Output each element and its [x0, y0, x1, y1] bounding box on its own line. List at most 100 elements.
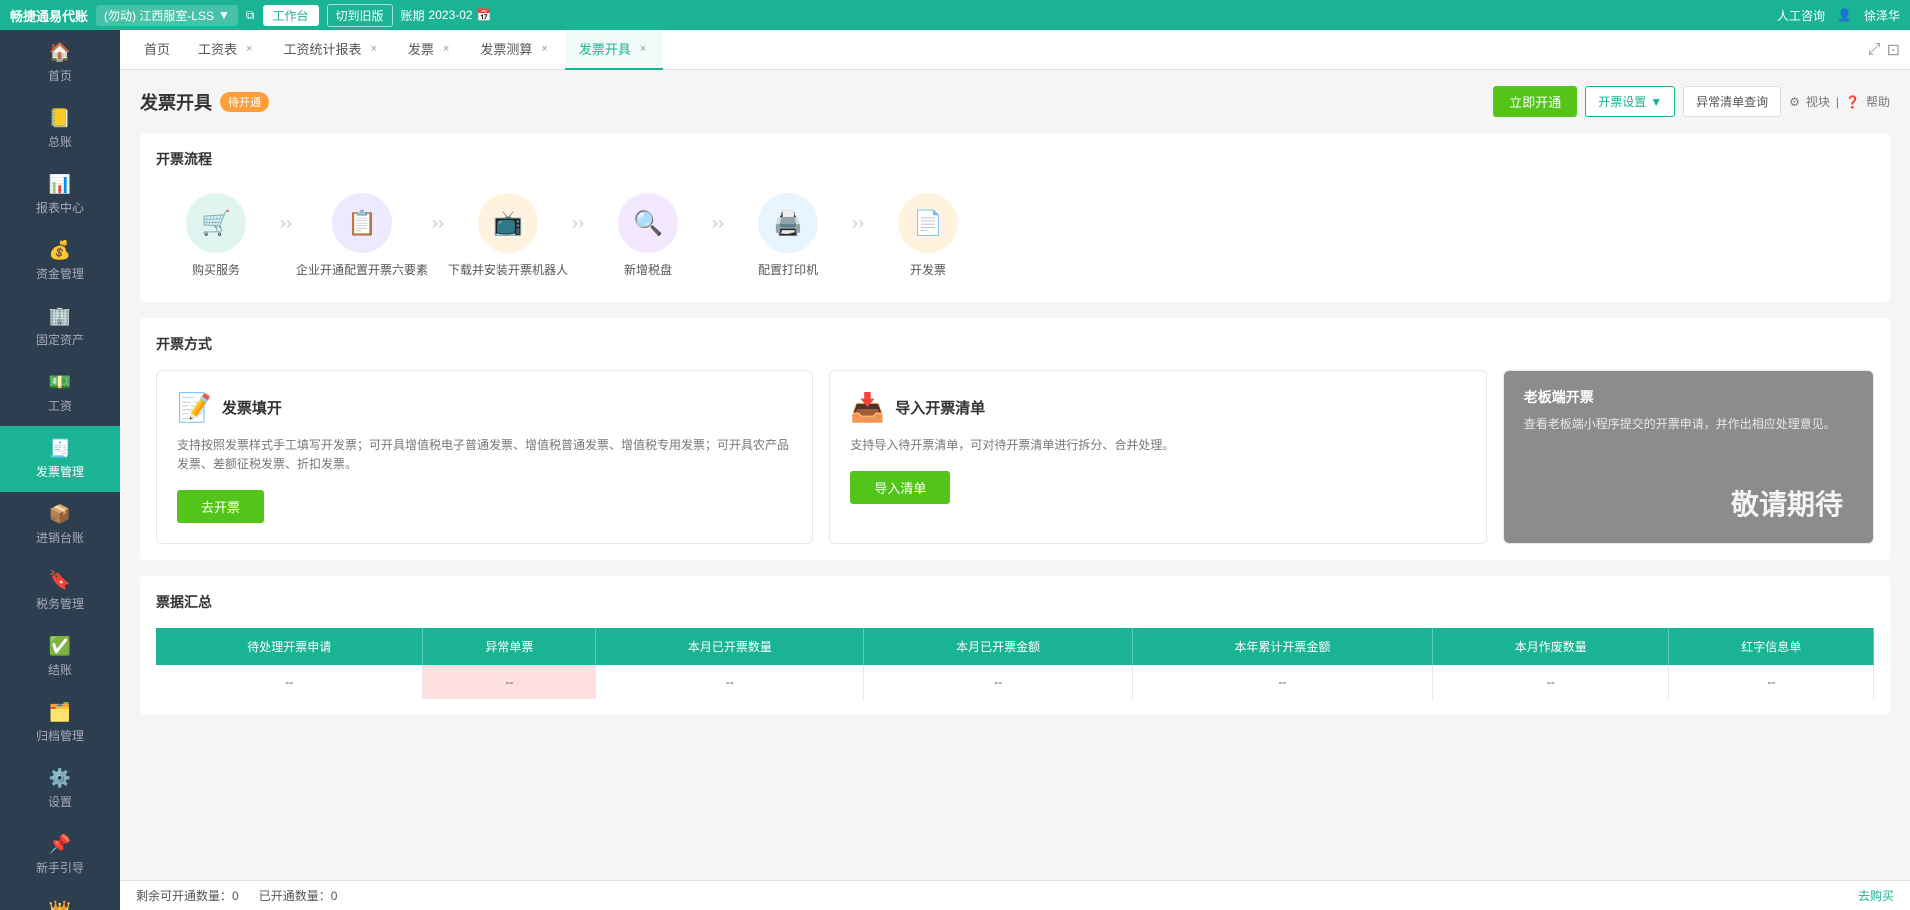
go-invoice-button[interactable]: 去开票	[177, 490, 264, 523]
arrow-5: ››	[848, 213, 868, 234]
sidebar-item-home[interactable]: 🏠 首页	[0, 30, 120, 96]
company-name: (勿动) 江西服室-LSS	[104, 7, 214, 24]
tax-icon: 🔖	[49, 570, 71, 591]
sidebar-item-settings[interactable]: ⚙️ 设置	[0, 756, 120, 822]
sidebar-item-tax[interactable]: 🔖 税务管理	[0, 558, 120, 624]
billing-card-manual: 📝 发票填开 支持按照发票样式手工填写开发票；可开具增值税电子普通发票、增值税普…	[156, 370, 813, 544]
import-list-button[interactable]: 导入清单	[850, 471, 950, 504]
company-selector[interactable]: (勿动) 江西服室-LSS ▼	[96, 5, 238, 26]
sidebar-label-archive: 归档管理	[36, 727, 84, 744]
assets-icon: 🏢	[49, 306, 71, 327]
tab-salary-table[interactable]: 工资表 ×	[184, 30, 269, 70]
tab-invoice-close[interactable]: ×	[440, 42, 452, 56]
summary-section: 票据汇总 待处理开票申请 异常单票 本月已开票数量 本月已开票金额 本年累计开票…	[140, 576, 1890, 715]
period-display: 账期 2023-02 📅	[401, 7, 492, 24]
user-avatar[interactable]: 👤	[1837, 8, 1852, 22]
boss-card-title: 老板端开票	[1504, 371, 1873, 415]
view-settings: ⚙ 视块 | ❓ 帮助	[1789, 93, 1890, 110]
user-name[interactable]: 徐泽华	[1864, 7, 1900, 24]
restore-icon[interactable]: ⊡	[1887, 40, 1900, 60]
invoice-icon: 🧾	[49, 438, 71, 459]
import-billing-icon: 📥	[850, 391, 885, 424]
tab-salary-report[interactable]: 工资统计报表 ×	[269, 30, 393, 70]
workspace-button[interactable]: 工作台	[263, 5, 319, 26]
opened-quota: 已开通数量：0	[259, 887, 338, 904]
tab-invoice-open[interactable]: 发票开具 ×	[565, 30, 663, 70]
cell-red: --	[1669, 665, 1874, 699]
help-icon[interactable]: ❓	[1845, 95, 1860, 109]
sidebar-item-salary[interactable]: 💵 工资	[0, 360, 120, 426]
sidebar: 🏠 首页 📒 总账 📊 报表中心 💰 资金管理 🏢 固定资产 💵 工资 🧾 发票…	[0, 30, 120, 910]
sidebar-label-purchase: 进销台账	[36, 529, 84, 546]
summary-table: 待处理开票申请 异常单票 本月已开票数量 本月已开票金额 本年累计开票金额 本月…	[156, 628, 1874, 699]
sidebar-item-reports[interactable]: 📊 报表中心	[0, 162, 120, 228]
calendar-icon[interactable]: 📅	[477, 8, 492, 22]
view-label: 视块	[1806, 93, 1830, 110]
tab-invoice[interactable]: 发票 ×	[394, 30, 466, 70]
summary-col-yearly: 本年累计开票金额	[1132, 628, 1432, 665]
home-icon: 🏠	[49, 42, 71, 63]
sidebar-item-invoice[interactable]: 🧾 发票管理	[0, 426, 120, 492]
sidebar-item-settle[interactable]: ✅ 结账	[0, 624, 120, 690]
flow-step-buy-icon: 🛒	[186, 193, 246, 253]
page-actions: 立即开通 开票设置 ▼ 异常清单查询 ⚙ 视块 | ❓ 帮助	[1493, 86, 1890, 117]
sidebar-item-assets[interactable]: 🏢 固定资产	[0, 294, 120, 360]
page-title: 发票开具	[140, 89, 212, 115]
status-badge: 待开通	[220, 92, 269, 112]
tab-invoice-open-close[interactable]: ×	[637, 42, 649, 56]
tab-salary-table-close[interactable]: ×	[243, 42, 255, 56]
tab-invoice-calc-close[interactable]: ×	[538, 42, 550, 56]
sidebar-item-funds[interactable]: 💰 资金管理	[0, 228, 120, 294]
billing-card-import-header: 📥 导入开票清单	[850, 391, 1465, 424]
billing-section: 开票方式 📝 发票填开 支持按照发票样式手工填写开发票；可开具增值税电子普通发票…	[140, 318, 1890, 560]
copy-icon[interactable]: ⧉	[246, 8, 255, 23]
divider: |	[1836, 95, 1839, 109]
flow-step-config: 📋 企业开通配置开票六要素	[296, 193, 428, 278]
tab-invoice-label: 发票	[408, 39, 434, 58]
period-value[interactable]: 2023-02	[429, 8, 473, 22]
flow-step-ticket-label: 开发票	[910, 261, 946, 278]
tab-invoice-open-label: 发票开具	[579, 39, 631, 58]
sidebar-item-archive[interactable]: 🗂️ 归档管理	[0, 690, 120, 756]
arrow-2: ››	[428, 213, 448, 234]
ticket-icon: 📄	[913, 209, 943, 238]
gear-icon[interactable]: ⚙	[1789, 95, 1800, 109]
chevron-down-icon: ▼	[1650, 95, 1662, 109]
arrow-4: ››	[708, 213, 728, 234]
maximize-icon[interactable]: ⤢	[1868, 41, 1881, 59]
cell-count: --	[596, 665, 864, 699]
status-bar: 剩余可开通数量：0 已开通数量：0 去购买	[120, 880, 1910, 910]
sidebar-item-guide[interactable]: 📌 新手引导	[0, 822, 120, 888]
sidebar-item-member[interactable]: 👑 畅会员	[0, 888, 120, 910]
flow-section: 开票流程 🛒 购买服务 ›› 📋 企业开通配置开票六要素	[140, 133, 1890, 302]
user-service[interactable]: 人工咨询	[1777, 7, 1825, 24]
buy-link[interactable]: 去购买	[1858, 887, 1894, 904]
tab-invoice-calc-label: 发票测算	[480, 39, 532, 58]
tab-invoice-calc[interactable]: 发票测算 ×	[466, 30, 564, 70]
archive-icon: 🗂️	[49, 702, 71, 723]
old-version-button[interactable]: 切到旧版	[327, 4, 393, 27]
flow-step-buy-label: 购买服务	[192, 261, 240, 278]
flow-step-download-icon: 📺	[478, 193, 538, 253]
sidebar-item-purchase[interactable]: 📦 进销台账	[0, 492, 120, 558]
flow-step-taxbox-label: 新增税盘	[624, 261, 672, 278]
settings-button[interactable]: 开票设置 ▼	[1585, 86, 1675, 117]
sidebar-label-settle: 结账	[48, 661, 72, 678]
sidebar-label-assets: 固定资产	[36, 331, 84, 348]
tab-home[interactable]: 首页	[130, 30, 184, 70]
tab-salary-report-close[interactable]: ×	[367, 42, 379, 56]
import-billing-desc: 支持导入待开票清单，可对待开票清单进行拆分、合并处理。	[850, 436, 1465, 455]
flow-steps: 🛒 购买服务 ›› 📋 企业开通配置开票六要素 ›› �	[156, 185, 1874, 286]
abnormal-query-button[interactable]: 异常清单查询	[1683, 86, 1781, 117]
tab-salary-table-label: 工资表	[198, 39, 237, 58]
main-content: 首页 工资表 × 工资统计报表 × 发票 × 发票测算 × 发票开具 ×	[120, 30, 1910, 910]
activate-button[interactable]: 立即开通	[1493, 86, 1577, 117]
cell-abnormal: --	[423, 665, 596, 699]
flow-step-buy: 🛒 购买服务	[156, 193, 276, 278]
sidebar-item-ledger[interactable]: 📒 总账	[0, 96, 120, 162]
manual-billing-desc: 支持按照发票样式手工填写开发票；可开具增值税电子普通发票、增值税普通发票、增值税…	[177, 436, 792, 474]
summary-data-row: -- -- -- -- -- -- --	[156, 665, 1874, 699]
cell-pending: --	[156, 665, 423, 699]
flow-step-taxbox: 🔍 新增税盘	[588, 193, 708, 278]
sidebar-label-home: 首页	[48, 67, 72, 84]
